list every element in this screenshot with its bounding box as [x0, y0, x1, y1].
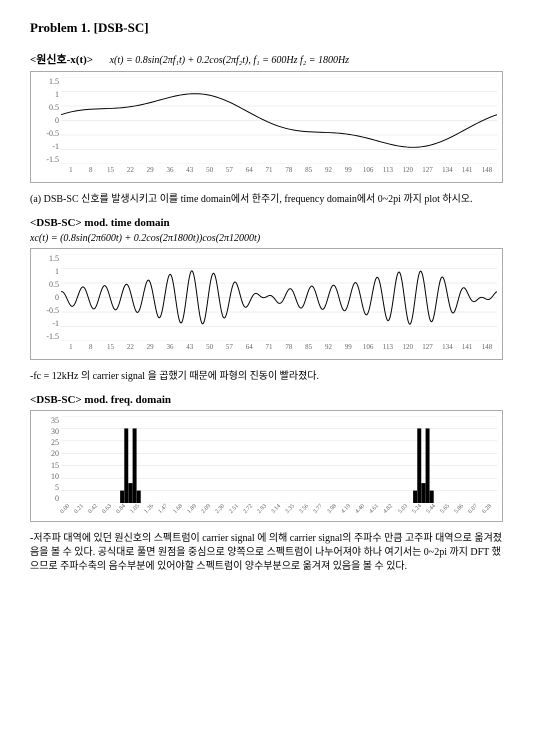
note1: -fc = 12kHz 의 carrier signal 을 곱했기 때문에 파…: [30, 370, 503, 384]
chart2-svg: [61, 254, 497, 341]
section1-header: <원신호-x(t)> x(t) = 0.8sin(2πf₁t) + 0.2cos…: [30, 51, 503, 67]
section2-header: <DSB-SC> mod. time domain: [30, 217, 503, 229]
chart3-x-axis: 0.000.210.420.630.841.051.261.471.681.89…: [61, 505, 497, 519]
section1-label: <원신호-x(t)>: [30, 54, 93, 66]
chart1-svg: [61, 77, 497, 164]
section3-header: <DSB-SC> mod. freq. domain: [30, 394, 503, 406]
section2-equation: xc(t) = (0.8sin(2π600t) + 0.2cos(2π1800t…: [30, 233, 503, 244]
chart1-x-axis: 1815222936435057647178859299106113120127…: [61, 166, 497, 180]
section3-label: <DSB-SC> mod. freq. domain: [30, 394, 171, 406]
section2-label: <DSB-SC> mod. time domain: [30, 217, 170, 229]
chart2-x-axis: 1815222936435057647178859299106113120127…: [61, 343, 497, 357]
problem-title: Problem 1. [DSB-SC]: [30, 20, 503, 36]
chart-dsbsc-freq: 35302520151050 0.000.210.420.630.841.051…: [30, 410, 503, 522]
caption-a: (a) DSB-SC 신호를 발생시키고 이를 time domain에서 한주…: [30, 193, 503, 207]
note2: -저주파 대역에 있던 원신호의 스펙트럼이 carrier signal 에 …: [30, 532, 503, 574]
section1-equation: x(t) = 0.8sin(2πf₁t) + 0.2cos(2πf₂t), f₁…: [110, 55, 350, 66]
chart-original-signal: 1.510.50-0.5-1-1.5 181522293643505764717…: [30, 71, 503, 183]
chart2-y-axis: 1.510.50-0.5-1-1.5: [33, 254, 59, 341]
chart1-y-axis: 1.510.50-0.5-1-1.5: [33, 77, 59, 164]
chart3-y-axis: 35302520151050: [33, 416, 59, 503]
chart-dsbsc-time: 1.510.50-0.5-1-1.5 181522293643505764717…: [30, 248, 503, 360]
chart3-svg: [61, 416, 497, 503]
